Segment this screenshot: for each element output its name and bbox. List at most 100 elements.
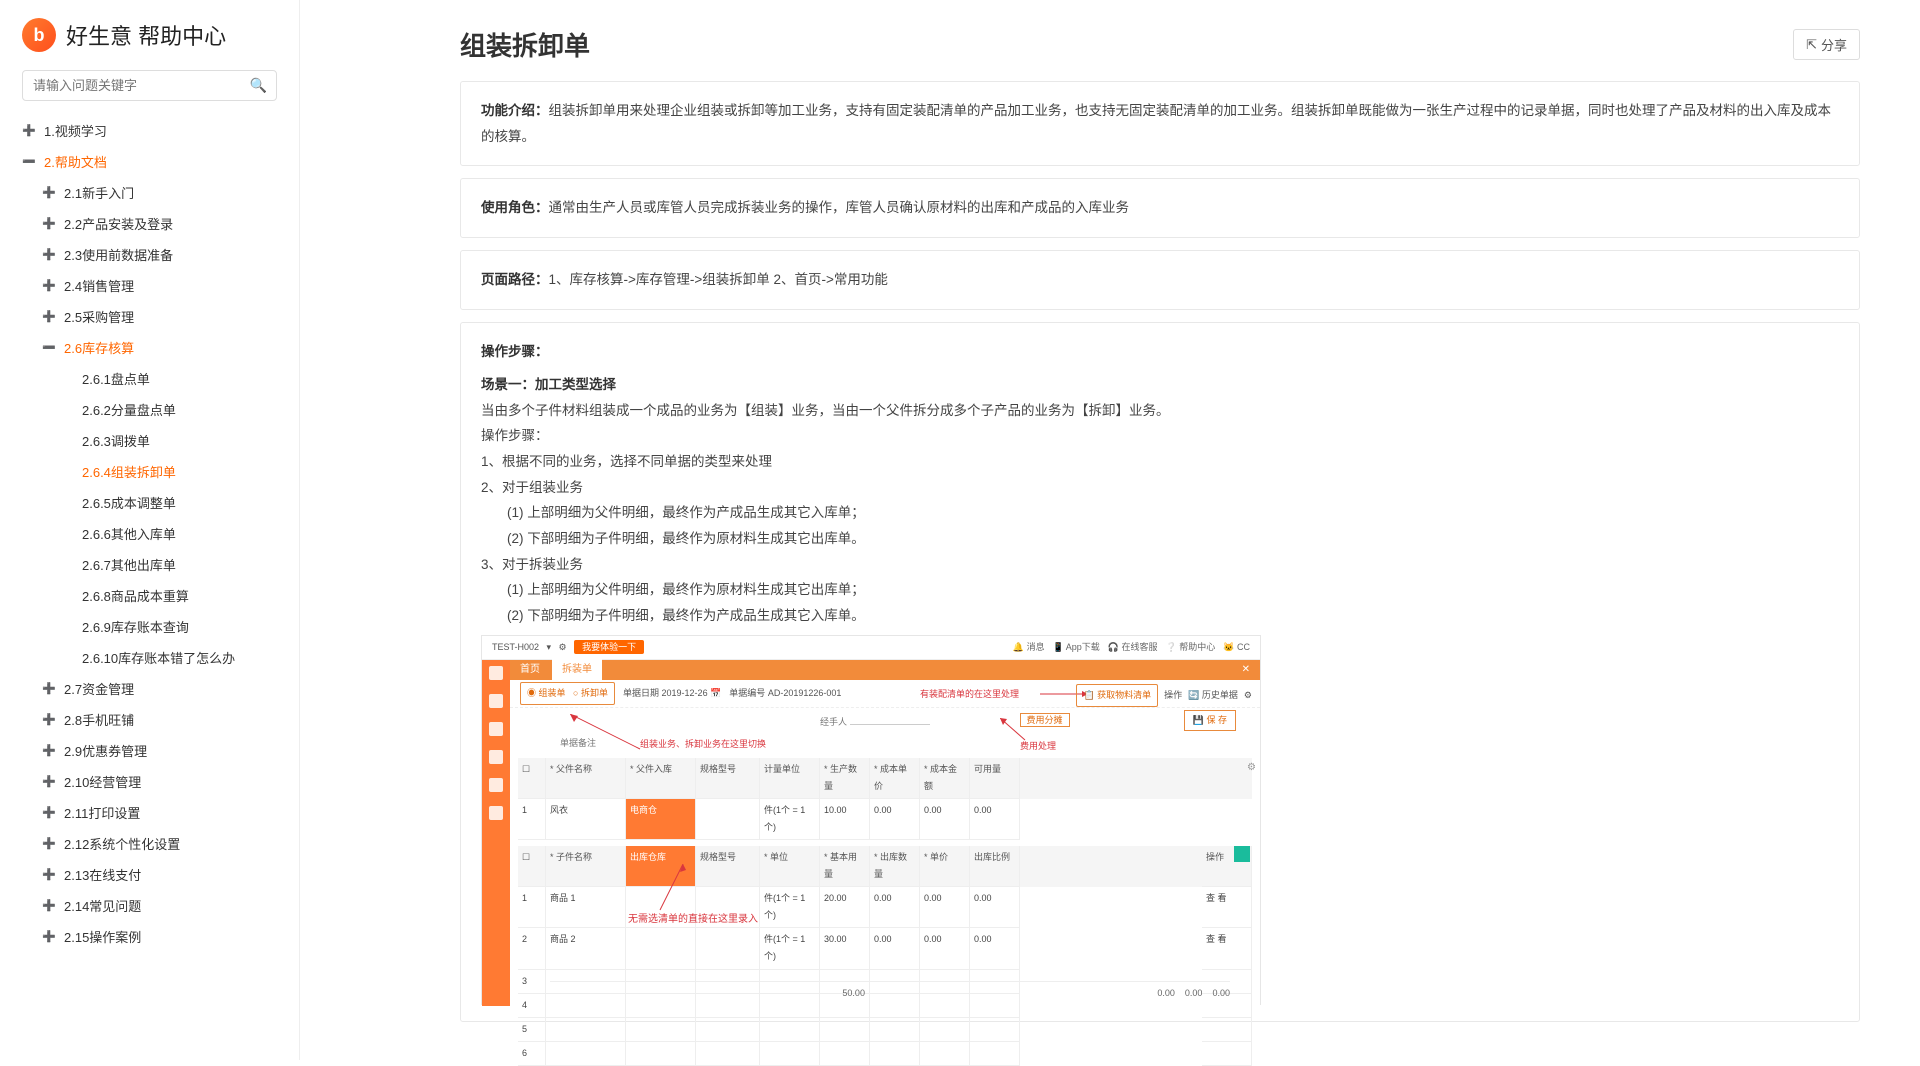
si-save: 💾 保 存: [1184, 710, 1236, 731]
nav-2-3[interactable]: ➕2.3使用前数据准备: [42, 239, 277, 270]
plus-icon: ➕: [42, 248, 60, 261]
scene1-label: 场景一：加工类型选择: [481, 377, 616, 392]
nav-2-4[interactable]: ➕2.4销售管理: [42, 270, 277, 301]
nav-2-8[interactable]: ➕2.8手机旺铺: [42, 704, 277, 735]
steps-card: 操作步骤： 场景一：加工类型选择 当由多个子件材料组装成一个成品的业务为【组装】…: [460, 322, 1860, 1022]
si-date: 单据日期 2019-12-26 📅: [623, 685, 721, 702]
role-text: 通常由生产人员或库管人员完成拆装业务的操作，库管人员确认原材料的出库和产成品的入…: [549, 200, 1130, 215]
search-wrap: 🔍: [22, 70, 277, 101]
nav-2-13[interactable]: ➕2.13在线支付: [42, 859, 277, 890]
nav-help-docs[interactable]: ➖2.帮助文档: [22, 146, 277, 177]
nav-2-12[interactable]: ➕2.12系统个性化设置: [42, 828, 277, 859]
minus-icon: ➖: [42, 341, 60, 354]
plus-icon: ➕: [42, 713, 60, 726]
nav-2-2[interactable]: ➕2.2产品安装及登录: [42, 208, 277, 239]
plus-icon: ➕: [42, 217, 60, 230]
share-icon: ⇱: [1806, 37, 1817, 53]
nav-2-10[interactable]: ➕2.10经营管理: [42, 766, 277, 797]
scene1-desc: 当由多个子件材料组装成一个成品的业务为【组装】业务，当由一个父件拆分成多个子产品…: [481, 398, 1839, 424]
si-note1: 有装配清单的在这里处理: [920, 686, 1019, 703]
expand-icon: [1234, 846, 1250, 862]
nav-video-learning[interactable]: ➕1.视频学习: [22, 115, 277, 146]
step2-2: (2) 下部明细为子件明细，最终作为原材料生成其它出库单。: [507, 526, 1839, 552]
logo: b 好生意 帮助中心: [22, 18, 277, 52]
page-title: 组装拆卸单: [460, 26, 590, 63]
nav-2-14[interactable]: ➕2.14常见问题: [42, 890, 277, 921]
plus-icon: ➕: [42, 899, 60, 912]
nav-2-6-9[interactable]: 2.6.9库存账本查询: [82, 611, 277, 642]
settings-icon: ⚙: [1244, 687, 1252, 704]
role-card: 使用角色：通常由生产人员或库管人员完成拆装业务的操作，库管人员确认原材料的出库和…: [460, 178, 1860, 238]
path-label: 页面路径：: [481, 272, 549, 287]
step2: 2、对于组装业务: [481, 475, 1839, 501]
plus-icon: ➕: [22, 124, 40, 137]
box-icon: [489, 722, 503, 736]
plus-icon: ➕: [42, 186, 60, 199]
si-user: CC: [1237, 642, 1250, 652]
plus-icon: ➕: [42, 744, 60, 757]
nav-2-11[interactable]: ➕2.11打印设置: [42, 797, 277, 828]
nav-2-6-2[interactable]: 2.6.2分量盘点单: [82, 394, 277, 425]
nav-2-7[interactable]: ➕2.7资金管理: [42, 673, 277, 704]
nav-2-6-1[interactable]: 2.6.1盘点单: [82, 363, 277, 394]
close-icon: ✕: [1242, 660, 1250, 679]
si-op: 操作: [1164, 687, 1182, 704]
main-content: 组装拆卸单 ⇱ 分享 功能介绍：组装拆卸单用来处理企业组装或拆卸等加工业务，支持…: [300, 0, 1920, 1060]
si-doc: 单据编号 AD-20191226-001: [729, 685, 841, 702]
logo-text: 好生意 帮助中心: [66, 19, 226, 51]
si-handler: 经手人: [820, 717, 847, 727]
intro-label: 功能介绍：: [481, 103, 549, 118]
plus-icon: ➕: [42, 837, 60, 850]
nav-2-6-8[interactable]: 2.6.8商品成本重算: [82, 580, 277, 611]
step1: 1、根据不同的业务，选择不同单据的类型来处理: [481, 449, 1839, 475]
si-tab-home: 首页: [520, 660, 540, 679]
plus-icon: ➕: [42, 868, 60, 881]
plus-icon: ➕: [42, 279, 60, 292]
minus-icon: ➖: [22, 155, 40, 168]
nav-2-6-3[interactable]: 2.6.3调拨单: [82, 425, 277, 456]
si-note2: 组装业务、拆卸业务在这里切换: [640, 736, 766, 753]
share-button[interactable]: ⇱ 分享: [1793, 29, 1860, 60]
gear-icon: [489, 806, 503, 820]
si-cs: 在线客服: [1122, 642, 1158, 652]
nav-2-6-7[interactable]: 2.6.7其他出库单: [82, 549, 277, 580]
op-steps: 操作步骤：: [481, 423, 1839, 449]
si-iconbar: [482, 660, 510, 1006]
si-try-btn: 我要体验一下: [574, 640, 644, 654]
search-input[interactable]: [22, 70, 277, 101]
share-label: 分享: [1821, 35, 1847, 54]
si-msg: 消息: [1027, 642, 1045, 652]
step3: 3、对于拆装业务: [481, 552, 1839, 578]
plus-icon: ➕: [42, 775, 60, 788]
si-bom-btn: 📋 获取物料清单: [1076, 684, 1158, 707]
nav-2-9[interactable]: ➕2.9优惠券管理: [42, 735, 277, 766]
step2-1: (1) 上部明细为父件明细，最终作为产成品生成其它入库单；: [507, 500, 1839, 526]
plus-icon: ➕: [42, 930, 60, 943]
nav-2-6-5[interactable]: 2.6.5成本调整单: [82, 487, 277, 518]
si-note4: 无需选清单的直接在这里录入: [628, 910, 758, 929]
si-type-assemble: ◉ 组装单 ○ 拆卸单: [520, 682, 615, 705]
logo-icon: b: [22, 18, 56, 52]
nav-2-15[interactable]: ➕2.15操作案例: [42, 921, 277, 952]
sidebar: b 好生意 帮助中心 🔍 ➕1.视频学习 ➖2.帮助文档 ➕2.1新手入门 ➕2…: [0, 0, 300, 1060]
nav-2-6-4[interactable]: 2.6.4组装拆卸单: [82, 456, 277, 487]
si-tenant: TEST-H002: [492, 642, 539, 652]
search-icon[interactable]: 🔍: [250, 77, 267, 94]
plus-icon: ➕: [42, 682, 60, 695]
nav-2-6[interactable]: ➖2.6库存核算: [42, 332, 277, 363]
nav-2-1[interactable]: ➕2.1新手入门: [42, 177, 277, 208]
steps-label: 操作步骤：: [481, 344, 549, 359]
intro-text: 组装拆卸单用来处理企业组装或拆卸等加工业务，支持有固定装配清单的产品加工业务，也…: [481, 103, 1831, 144]
step3-1: (1) 上部明细为父件明细，最终作为原材料生成其它出库单；: [507, 577, 1839, 603]
nav-2-5[interactable]: ➕2.5采购管理: [42, 301, 277, 332]
si-app: App下载: [1066, 642, 1100, 652]
nav-2-6-6[interactable]: 2.6.6其他入库单: [82, 518, 277, 549]
si-help: 帮助中心: [1179, 642, 1215, 652]
intro-card: 功能介绍：组装拆卸单用来处理企业组装或拆卸等加工业务，支持有固定装配清单的产品加…: [460, 81, 1860, 166]
si-history: 历史单据: [1202, 690, 1238, 700]
si-tab-active: 拆装单: [552, 658, 602, 681]
home-icon: [489, 666, 503, 680]
nav-2-6-10[interactable]: 2.6.10库存账本错了怎么办: [82, 642, 277, 673]
path-text: 1、库存核算->库存管理->组装拆卸单 2、首页->常用功能: [549, 272, 888, 287]
cart-icon: [489, 694, 503, 708]
